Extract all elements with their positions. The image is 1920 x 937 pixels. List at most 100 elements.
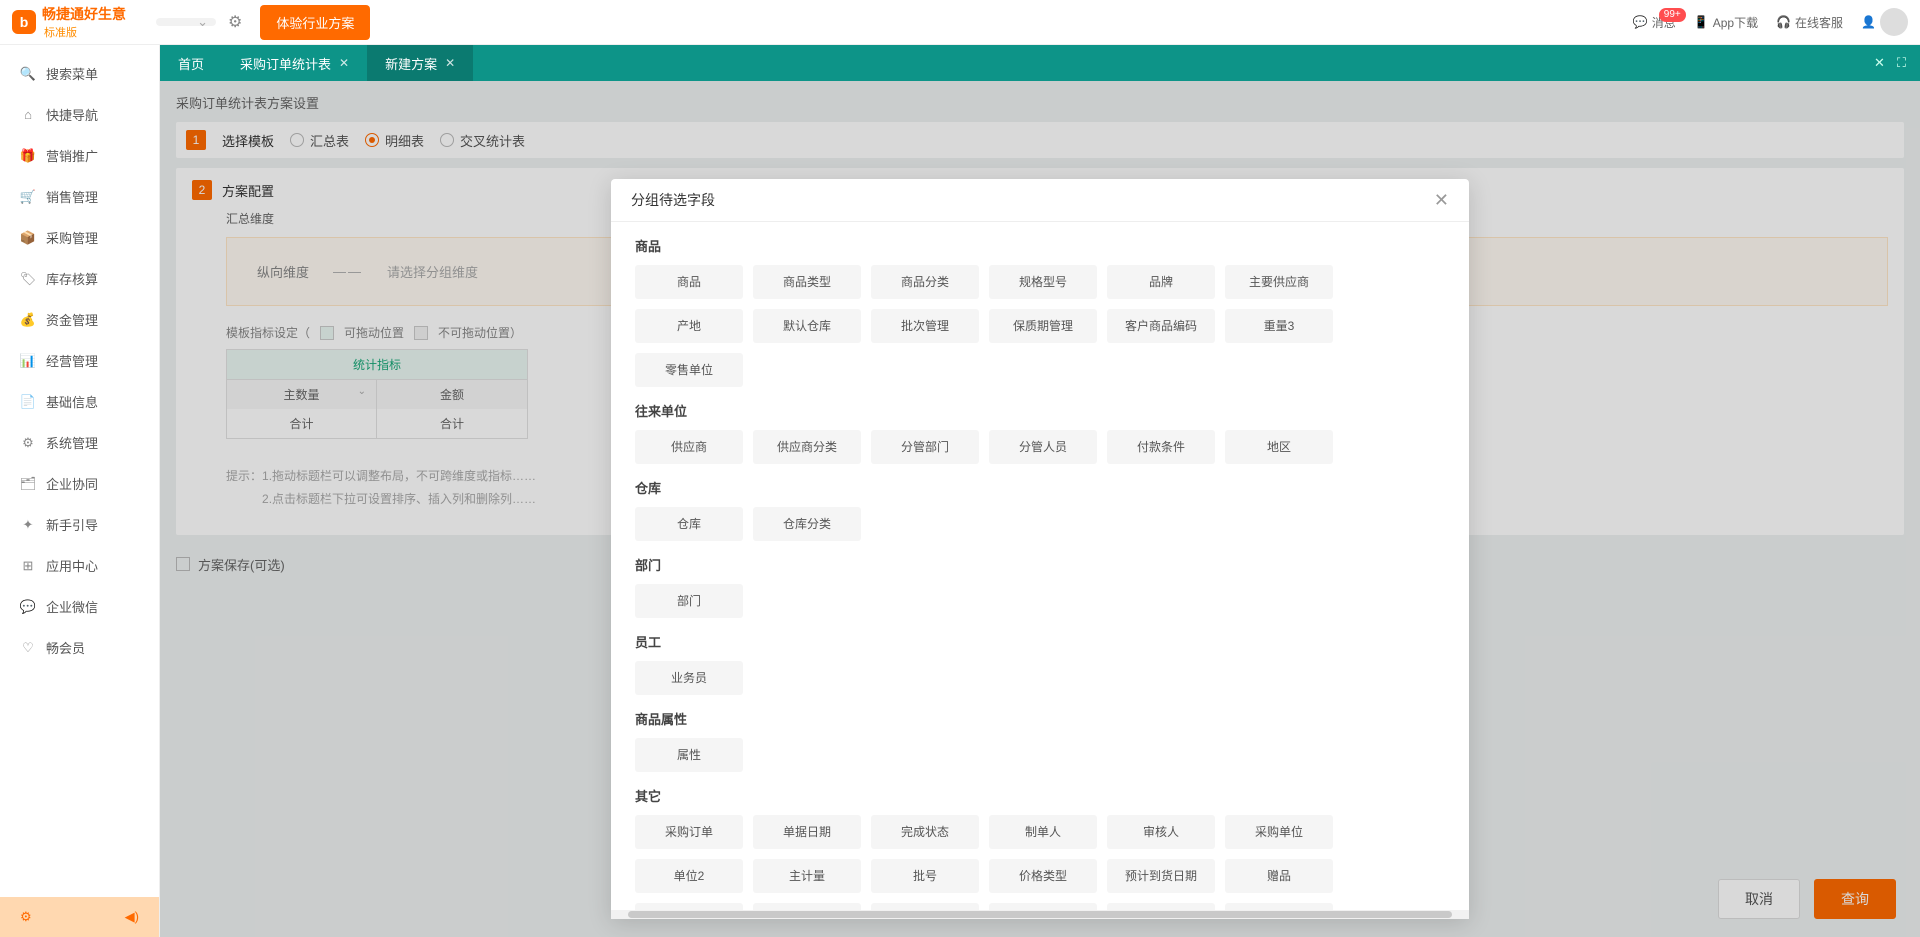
sidebar-item-icon: 🎁: [20, 148, 36, 164]
field-chip[interactable]: 分管人员: [989, 430, 1097, 464]
field-chip[interactable]: 主计量: [753, 859, 861, 893]
field-chip[interactable]: 供应商: [635, 430, 743, 464]
sidebar-item-4[interactable]: 📦采购管理: [0, 217, 159, 258]
sidebar-item-label: 资金管理: [46, 310, 98, 329]
fullscreen-icon[interactable]: ⛶: [1897, 55, 1906, 71]
field-chip[interactable]: 主要供应商: [1225, 265, 1333, 299]
user-menu[interactable]: 👤: [1861, 8, 1908, 36]
sidebar-item-icon: 🗂: [20, 476, 36, 492]
sidebar-item-2[interactable]: 🎁 营销推广: [0, 135, 159, 176]
sidebar-item-label: 采购管理: [46, 228, 98, 247]
field-chip[interactable]: 保质期管理: [989, 309, 1097, 343]
field-chip[interactable]: 完成状态: [871, 815, 979, 849]
gear-icon[interactable]: ⚙: [228, 12, 242, 32]
field-chip[interactable]: 分管部门: [871, 430, 979, 464]
close-icon[interactable]: ✕: [1434, 191, 1449, 209]
sidebar-item-label: 营销推广: [46, 146, 98, 165]
sidebar-item-6[interactable]: 💰资金管理: [0, 299, 159, 340]
app-download-button[interactable]: 📱 App下载: [1694, 14, 1758, 31]
sidebar-item-1[interactable]: ⌂ 快捷导航: [0, 94, 159, 135]
tab-1[interactable]: 采购订单统计表✕: [222, 45, 367, 81]
sidebar-item-7[interactable]: 📊经营管理: [0, 340, 159, 381]
field-chip[interactable]: 商品: [635, 265, 743, 299]
close-icon[interactable]: ✕: [339, 56, 349, 70]
field-chip[interactable]: 品牌: [1107, 265, 1215, 299]
tab-0[interactable]: 首页: [160, 45, 222, 81]
sidebar-item-icon: ⌂: [20, 107, 36, 123]
mobile-icon: 📱: [1694, 15, 1709, 29]
field-chip[interactable]: 默认仓库: [753, 309, 861, 343]
field-chip[interactable]: 采购订单: [635, 815, 743, 849]
field-chip[interactable]: 商品类型: [753, 265, 861, 299]
online-service-button[interactable]: 🎧 在线客服: [1776, 14, 1843, 31]
field-chip[interactable]: 重量3: [1225, 309, 1333, 343]
industry-cta-button[interactable]: 体验行业方案: [260, 5, 370, 40]
modal-horizontal-scrollbar[interactable]: [611, 910, 1469, 919]
field-chip[interactable]: 审核人: [1107, 815, 1215, 849]
content-area: 首页采购订单统计表✕新建方案✕ ✕ ⛶ 采购订单统计表方案设置 1 选择模板 汇…: [160, 45, 1920, 937]
sidebar-item-10[interactable]: 🗂 企业协同: [0, 463, 159, 504]
field-chip[interactable]: 单位2: [635, 859, 743, 893]
field-chip[interactable]: 仓库: [635, 507, 743, 541]
sidebar-item-0[interactable]: 🔍搜索菜单: [0, 53, 159, 94]
field-chip[interactable]: 项目分类: [1107, 903, 1215, 910]
field-chip[interactable]: 仓库分类: [753, 507, 861, 541]
sidebar-item-8[interactable]: 📄基础信息: [0, 381, 159, 422]
messages-button[interactable]: 💬 消息 99+: [1633, 14, 1676, 31]
sidebar-item-14[interactable]: ♡畅会员: [0, 627, 159, 668]
collapse-icon[interactable]: ◀): [125, 909, 139, 925]
field-chip[interactable]: 属性: [635, 738, 743, 772]
sidebar-item-icon: 🏷: [20, 271, 36, 287]
field-chip[interactable]: 销售订单（明细）: [753, 903, 861, 910]
field-chip[interactable]: 付款条件: [1107, 430, 1215, 464]
field-chip[interactable]: 规格型号: [989, 265, 1097, 299]
page-body: 采购订单统计表方案设置 1 选择模板 汇总表 明细表 交叉统计表 2 方案配置 …: [160, 81, 1920, 937]
sidebar-item-label: 快捷导航: [46, 105, 98, 124]
org-selector[interactable]: ⌄: [156, 18, 216, 26]
brand-name: 畅捷通好生意: [42, 4, 126, 24]
sidebar: 🔍搜索菜单 ⌂ 快捷导航 🎁 营销推广 🛒销售管理📦采购管理🏷库存核算💰资金管理📊经营管理…: [0, 45, 160, 937]
field-group-2: 仓库仓库仓库分类: [635, 478, 1445, 541]
field-group-5: 商品属性属性: [635, 709, 1445, 772]
online-service-label: 在线客服: [1795, 14, 1843, 31]
field-chip[interactable]: 产地: [635, 309, 743, 343]
field-chip[interactable]: 部门: [635, 584, 743, 618]
field-chip[interactable]: 单据日期: [753, 815, 861, 849]
app-download-label: App下载: [1713, 14, 1758, 31]
field-chip[interactable]: 供应商分类: [753, 430, 861, 464]
workspace-tabs: 首页采购订单统计表✕新建方案✕ ✕ ⛶: [160, 45, 1920, 81]
messages-badge: 99+: [1659, 8, 1686, 22]
sidebar-item-label: 畅会员: [46, 638, 85, 657]
close-icon[interactable]: ✕: [445, 56, 455, 70]
field-chip[interactable]: 项目: [989, 903, 1097, 910]
close-all-tabs-icon[interactable]: ✕: [1874, 55, 1885, 71]
sidebar-item-5[interactable]: 🏷库存核算: [0, 258, 159, 299]
field-chip[interactable]: 零售单位: [635, 353, 743, 387]
field-chip[interactable]: 预计到货日期: [1107, 859, 1215, 893]
field-chip[interactable]: 客户商品编码: [1107, 309, 1215, 343]
tab-2[interactable]: 新建方案✕: [367, 45, 473, 81]
sidebar-item-9[interactable]: ⚙系统管理: [0, 422, 159, 463]
topbar: b 畅捷通好生意 标准版 ⌄ ⚙ 体验行业方案 💬 消息 99+ 📱 App下载…: [0, 0, 1920, 45]
field-chip[interactable]: 价格类型: [989, 859, 1097, 893]
field-chip[interactable]: 商品分类: [871, 265, 979, 299]
field-chip[interactable]: 采购单位: [1225, 815, 1333, 849]
sidebar-item-12[interactable]: ⊞应用中心: [0, 545, 159, 586]
field-chip[interactable]: 业务员: [635, 661, 743, 695]
sidebar-item-11[interactable]: ✦新手引导: [0, 504, 159, 545]
field-chip[interactable]: 销售订单: [635, 903, 743, 910]
field-chip[interactable]: 批号: [871, 859, 979, 893]
sidebar-item-icon: 🛒: [20, 189, 36, 205]
brand-logo: b 畅捷通好生意 标准版: [12, 4, 126, 40]
field-chip[interactable]: 制单人: [989, 815, 1097, 849]
field-chip[interactable]: 赠品: [1225, 859, 1333, 893]
sidebar-item-3[interactable]: 🛒销售管理: [0, 176, 159, 217]
sidebar-item-13[interactable]: 💬企业微信: [0, 586, 159, 627]
sidebar-item-label: 企业协同: [46, 474, 98, 493]
field-chip[interactable]: 地区: [1225, 430, 1333, 464]
field-chip[interactable]: 批次管理: [871, 309, 979, 343]
sidebar-item-icon: ⚙: [20, 435, 36, 451]
field-chip[interactable]: 来源单据: [871, 903, 979, 910]
field-chip[interactable]: 行中止: [1225, 903, 1333, 910]
settings-icon[interactable]: ⚙: [20, 909, 32, 925]
